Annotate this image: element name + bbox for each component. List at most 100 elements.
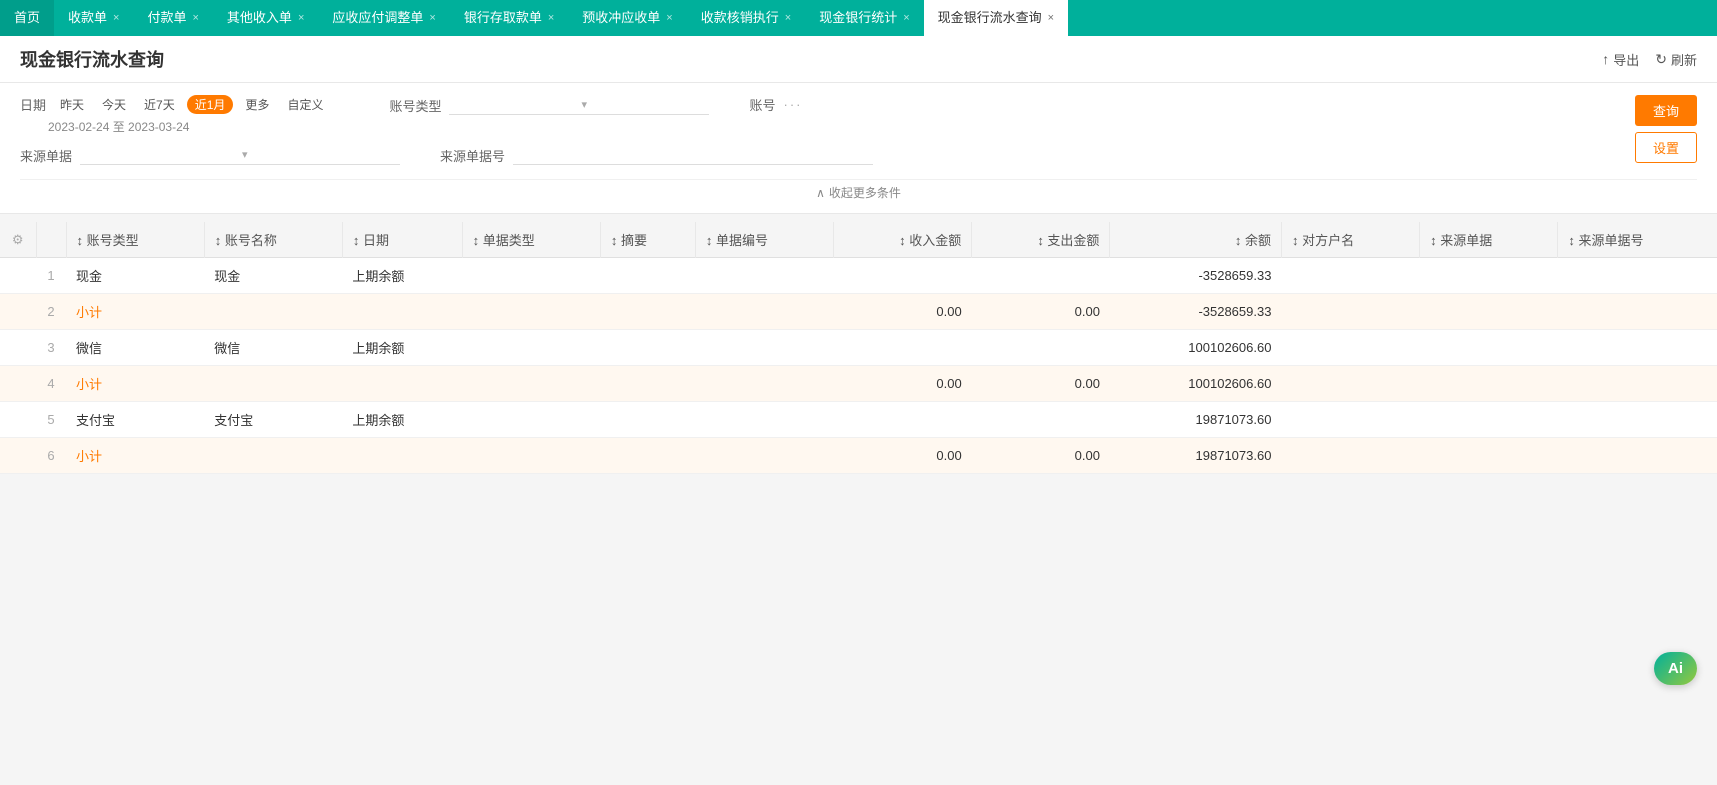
row-source-doc-no <box>1558 438 1717 474</box>
row-account-name <box>204 366 342 402</box>
close-tab-5-icon[interactable]: × <box>666 0 672 36</box>
col-summary[interactable]: ↕ 摘要 <box>600 222 695 258</box>
row-source-doc-no <box>1558 366 1717 402</box>
row-source-doc <box>1420 330 1558 366</box>
row-expense <box>972 330 1110 366</box>
date-options: 昨天 今天 近7天 近1月 更多 自定义 <box>54 95 329 114</box>
col-account-type[interactable]: ↕ 账号类型 <box>66 222 204 258</box>
row-summary <box>600 294 695 330</box>
source-doc-value <box>84 147 238 162</box>
top-nav: 首页 收款单 × 付款单 × 其他收入单 × 应收应付调整单 × 银行存取款单 … <box>0 0 1717 36</box>
row-account-type: 现金 <box>66 258 204 294</box>
query-button[interactable]: 查询 <box>1635 95 1697 126</box>
date-opt-1month[interactable]: 近1月 <box>187 95 234 114</box>
row-account-type: 小计 <box>66 294 204 330</box>
row-counterpart <box>1281 258 1419 294</box>
col-doc-no[interactable]: ↕ 单据编号 <box>695 222 833 258</box>
row-account-name: 支付宝 <box>204 402 342 438</box>
row-income: 0.00 <box>834 294 972 330</box>
col-summary-label: ↕ 摘要 <box>611 233 647 248</box>
col-source-doc-label: ↕ 来源单据 <box>1430 233 1492 248</box>
nav-tab-1[interactable]: 付款单 × <box>133 0 212 36</box>
row-account-type: 微信 <box>66 330 204 366</box>
row-gear <box>0 330 36 366</box>
col-source-doc[interactable]: ↕ 来源单据 <box>1420 222 1558 258</box>
row-source-doc <box>1420 258 1558 294</box>
row-source-doc <box>1420 294 1558 330</box>
row-doc-type <box>462 258 600 294</box>
account-type-select[interactable]: ▾ <box>449 95 709 115</box>
col-income[interactable]: ↕ 收入金额 <box>834 222 972 258</box>
col-account-name[interactable]: ↕ 账号名称 <box>204 222 342 258</box>
close-tab-1-icon[interactable]: × <box>192 0 198 36</box>
source-doc-no-label: 来源单据号 <box>440 146 505 165</box>
source-doc-select[interactable]: ▾ <box>80 145 400 165</box>
data-table: ⚙ ↕ 账号类型 ↕ 账号名称 ↕ 日期 ↕ 单据类型 ↕ 摘要 <box>0 222 1717 474</box>
row-source-doc-no <box>1558 294 1717 330</box>
row-index: 1 <box>36 258 66 294</box>
table-container: ⚙ ↕ 账号类型 ↕ 账号名称 ↕ 日期 ↕ 单据类型 ↕ 摘要 <box>0 222 1717 474</box>
row-gear <box>0 366 36 402</box>
close-tab-3-icon[interactable]: × <box>429 0 435 36</box>
refresh-icon: ↻ <box>1655 51 1667 68</box>
close-tab-7-icon[interactable]: × <box>903 0 909 36</box>
row-income: 0.00 <box>834 438 972 474</box>
table-row: 4 小计 0.00 0.00 100102606.60 <box>0 366 1717 402</box>
ai-badge[interactable]: Ai <box>1654 652 1697 685</box>
date-opt-7days[interactable]: 近7天 <box>138 95 181 114</box>
close-tab-6-icon[interactable]: × <box>785 0 791 36</box>
row-expense: 0.00 <box>972 438 1110 474</box>
close-tab-8-icon[interactable]: × <box>1048 0 1054 36</box>
row-source-doc <box>1420 438 1558 474</box>
row-balance: -3528659.33 <box>1110 294 1282 330</box>
row-balance: 100102606.60 <box>1110 330 1282 366</box>
nav-tab-4[interactable]: 银行存取款单 × <box>450 0 568 36</box>
date-opt-yesterday[interactable]: 昨天 <box>54 95 90 114</box>
row-counterpart <box>1281 294 1419 330</box>
col-balance-label: ↕ 余额 <box>1235 233 1271 248</box>
row-balance: 100102606.60 <box>1110 366 1282 402</box>
row-doc-no <box>695 438 833 474</box>
row-balance: 19871073.60 <box>1110 438 1282 474</box>
nav-tab-7[interactable]: 现金银行统计 × <box>805 0 923 36</box>
row-expense <box>972 402 1110 438</box>
col-balance[interactable]: ↕ 余额 <box>1110 222 1282 258</box>
collapse-bar[interactable]: ∧ 收起更多条件 <box>20 179 1697 201</box>
col-expense[interactable]: ↕ 支出金额 <box>972 222 1110 258</box>
col-date-label: ↕ 日期 <box>353 233 389 248</box>
gear-icon[interactable]: ⚙ <box>12 232 24 247</box>
export-button[interactable]: ↑ 导出 <box>1602 50 1639 69</box>
close-tab-2-icon[interactable]: × <box>298 0 304 36</box>
close-tab-0-icon[interactable]: × <box>113 0 119 36</box>
account-dots[interactable]: ··· <box>783 97 802 112</box>
close-tab-4-icon[interactable]: × <box>548 0 554 36</box>
nav-tab-2[interactable]: 其他收入单 × <box>213 0 318 36</box>
col-counterpart[interactable]: ↕ 对方户名 <box>1281 222 1419 258</box>
source-doc-arrow-icon: ▾ <box>242 148 396 161</box>
nav-tab-5[interactable]: 预收冲应收单 × <box>568 0 686 36</box>
filter-actions: 查询 设置 <box>1635 95 1697 163</box>
nav-tab-3[interactable]: 应收应付调整单 × <box>318 0 449 36</box>
row-index: 3 <box>36 330 66 366</box>
date-opt-more[interactable]: 更多 <box>239 95 275 114</box>
collapse-label: 收起更多条件 <box>829 184 901 201</box>
settings-button[interactable]: 设置 <box>1635 132 1697 163</box>
date-opt-today[interactable]: 今天 <box>96 95 132 114</box>
table-row: 6 小计 0.00 0.00 19871073.60 <box>0 438 1717 474</box>
nav-tab-8[interactable]: 现金银行流水查询 × <box>924 0 1068 36</box>
row-doc-type <box>462 366 600 402</box>
col-gear[interactable]: ⚙ <box>0 222 36 258</box>
col-date[interactable]: ↕ 日期 <box>342 222 462 258</box>
nav-tab-0[interactable]: 收款单 × <box>54 0 133 36</box>
refresh-button[interactable]: ↻ 刷新 <box>1655 50 1697 69</box>
row-balance: -3528659.33 <box>1110 258 1282 294</box>
source-doc-no-input[interactable] <box>513 145 873 165</box>
nav-home[interactable]: 首页 <box>0 0 54 36</box>
nav-tab-6[interactable]: 收款核销执行 × <box>687 0 805 36</box>
row-doc-no <box>695 258 833 294</box>
col-source-doc-no[interactable]: ↕ 来源单据号 <box>1558 222 1717 258</box>
row-income <box>834 330 972 366</box>
col-doc-type[interactable]: ↕ 单据类型 <box>462 222 600 258</box>
row-doc-type <box>462 330 600 366</box>
date-opt-custom[interactable]: 自定义 <box>281 95 329 114</box>
